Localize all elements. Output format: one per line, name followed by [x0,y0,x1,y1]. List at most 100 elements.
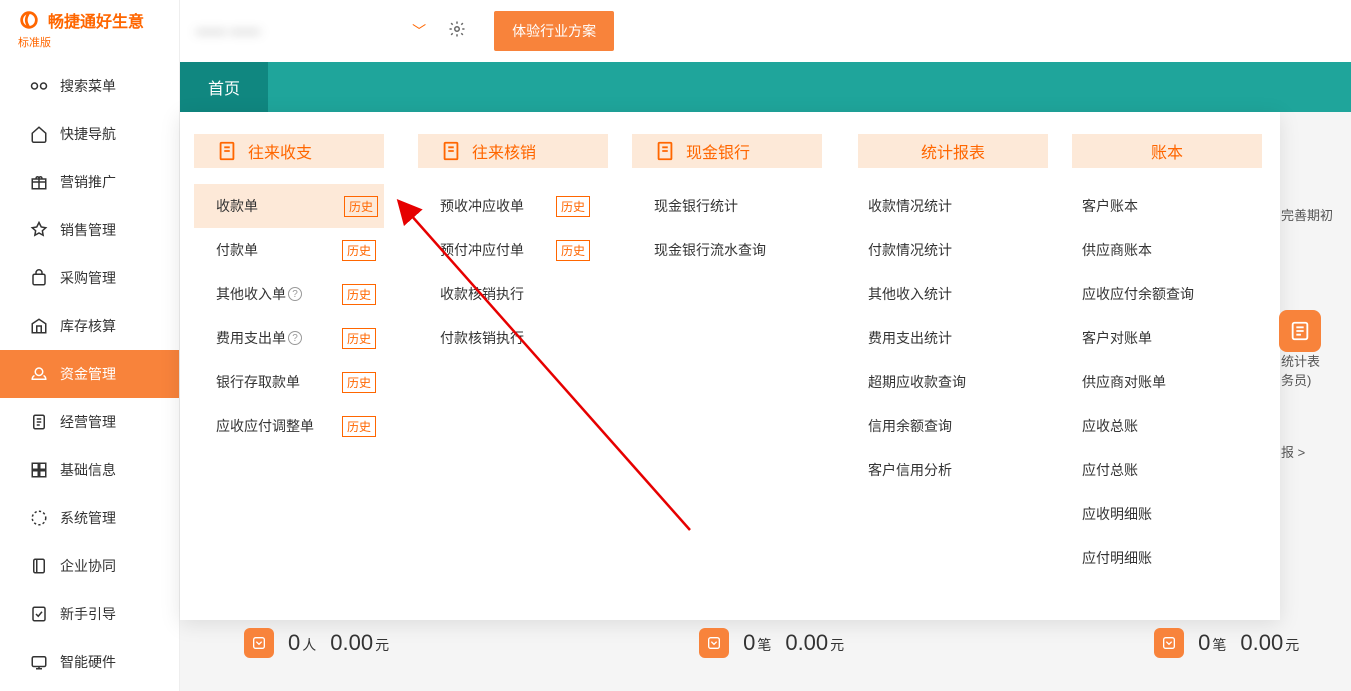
mega-item[interactable]: 供应商对账单 [1082,360,1260,404]
company-name[interactable]: —— —— [196,23,260,40]
sidebar-item-4[interactable]: 采购管理 [0,254,179,302]
mega-item[interactable]: 供应商账本 [1082,228,1260,272]
mega-column-3: 统计报表收款情况统计付款情况统计其他收入统计费用支出统计超期应收款查询信用余额查… [832,134,1046,580]
mega-item[interactable]: 付款情况统计 [868,228,1046,272]
mega-item[interactable]: 银行存取款单 历史 [216,360,404,404]
brand-name: 畅捷通好生意 [48,8,144,32]
sidebar: 畅捷通好生意 标准版 搜索菜单快捷导航营销推广销售管理采购管理库存核算资金管理经… [0,0,180,691]
mega-item-label: 现金银行统计 [654,196,738,216]
mega-item[interactable]: 应付明细账 [1082,536,1260,580]
sidebar-item-7[interactable]: 经营管理 [0,398,179,446]
clipboard-icon [30,413,48,431]
mega-item-label: 预付冲应付单 [440,240,524,260]
sidebar-item-1[interactable]: 快捷导航 [0,110,179,158]
money-icon [30,365,48,383]
stat-icon [1154,628,1184,658]
help-icon[interactable]: ? [288,287,302,301]
mega-item[interactable]: 付款核销执行 [440,316,618,360]
mega-item-label: 付款核销执行 [440,328,524,348]
mega-item-label: 应收应付调整单 [216,416,314,436]
mega-item[interactable]: 应收总账 [1082,404,1260,448]
mega-item[interactable]: 预付冲应付单 历史 [440,228,618,272]
mega-item[interactable]: 费用支出统计 [868,316,1046,360]
sidebar-item-label: 系统管理 [60,508,116,528]
mega-item[interactable]: 应收应付余额查询 [1082,272,1260,316]
cta-button[interactable]: 体验行业方案 [494,11,614,51]
mega-item-label: 供应商对账单 [1082,372,1166,392]
mega-column-header: 往来收支 [194,134,384,168]
tab-bar: 首页 [180,62,1351,112]
history-badge[interactable]: 历史 [342,284,376,305]
mega-item[interactable]: 预收冲应收单 历史 [440,184,618,228]
mega-column-1: 往来核销预收冲应收单历史预付冲应付单历史收款核销执行付款核销执行 [404,134,618,580]
mega-item[interactable]: 其他收入统计 [868,272,1046,316]
mega-item[interactable]: 客户信用分析 [868,448,1046,492]
chevron-down-icon[interactable]: ﹀ [412,21,426,41]
mega-item[interactable]: 付款单历史 [216,228,404,272]
mega-item-label: 预收冲应收单 [440,196,524,216]
mega-item[interactable]: 信用余额查询 [868,404,1046,448]
mega-column-title: 往来收支 [248,139,312,163]
history-badge[interactable]: 历史 [556,196,590,217]
circle-icon [30,509,48,527]
mega-item-label: 收款情况统计 [868,196,952,216]
sidebar-item-label: 企业协同 [60,556,116,576]
stat-count: 0笔 [743,630,771,656]
sidebar-item-label: 销售管理 [60,220,116,240]
mega-item[interactable]: 现金银行流水查询 [654,228,832,272]
mega-item[interactable]: 收款单历史 [194,184,384,228]
mega-item[interactable]: 现金银行统计 [654,184,832,228]
sidebar-item-label: 经营管理 [60,412,116,432]
sidebar-item-9[interactable]: 系统管理 [0,494,179,542]
search-icon [30,77,48,95]
mega-item-label: 信用余额查询 [868,416,952,436]
mega-column-title: 账本 [1151,139,1183,163]
history-badge[interactable]: 历史 [342,328,376,349]
mega-item-label: 客户账本 [1082,196,1138,216]
stat-amount: 0.00元 [330,630,389,656]
history-badge[interactable]: 历史 [342,416,376,437]
sidebar-item-0[interactable]: 搜索菜单 [0,62,179,110]
gear-icon[interactable] [448,20,466,43]
mega-column-title: 现金银行 [686,139,750,163]
mega-item-label: 现金银行流水查询 [654,240,766,260]
floating-action-icon[interactable] [1279,310,1321,352]
mega-item[interactable]: 收款情况统计 [868,184,1046,228]
sidebar-item-3[interactable]: 销售管理 [0,206,179,254]
sidebar-item-11[interactable]: 新手引导 [0,590,179,638]
mega-item[interactable]: 超期应收款查询 [868,360,1046,404]
bottom-stats-row: 0人 0.00元 0笔 0.00元 0笔 0.00元 [180,613,1351,673]
home-icon [30,125,48,143]
mega-item[interactable]: 客户账本 [1082,184,1260,228]
sidebar-item-6[interactable]: 资金管理 [0,350,179,398]
sidebar-item-8[interactable]: 基础信息 [0,446,179,494]
history-badge[interactable]: 历史 [344,196,378,217]
mega-item[interactable]: 其他收入单? 历史 [216,272,404,316]
mega-item-label: 客户信用分析 [868,460,952,480]
sidebar-item-label: 智能硬件 [60,652,116,672]
sidebar-item-5[interactable]: 库存核算 [0,302,179,350]
mega-item-label: 其他收入单 [216,284,286,304]
mega-item[interactable]: 应收应付调整单 历史 [216,404,404,448]
sidebar-item-12[interactable]: 智能硬件 [0,638,179,686]
mega-item[interactable]: 费用支出单?历史 [216,316,404,360]
tab-home[interactable]: 首页 [180,62,268,112]
history-badge[interactable]: 历史 [342,372,376,393]
history-badge[interactable]: 历史 [556,240,590,261]
help-icon[interactable]: ? [288,331,302,345]
mega-item[interactable]: 收款核销执行 [440,272,618,316]
mega-item[interactable]: 应付总账 [1082,448,1260,492]
mega-item[interactable]: 客户对账单 [1082,316,1260,360]
mega-item[interactable]: 应收明细账 [1082,492,1260,536]
sidebar-item-2[interactable]: 营销推广 [0,158,179,206]
history-badge[interactable]: 历史 [342,240,376,261]
stat-block-1: 0笔 0.00元 [699,628,844,658]
mega-column-header: 账本 [1072,134,1262,168]
sidebar-item-label: 营销推广 [60,172,116,192]
mega-item-label: 银行存取款单 [216,372,300,392]
stat-block-0: 0人 0.00元 [244,628,389,658]
sidebar-item-10[interactable]: 企业协同 [0,542,179,590]
stat-count: 0人 [288,630,316,656]
sidebar-item-label: 新手引导 [60,604,116,624]
sidebar-item-label: 库存核算 [60,316,116,336]
